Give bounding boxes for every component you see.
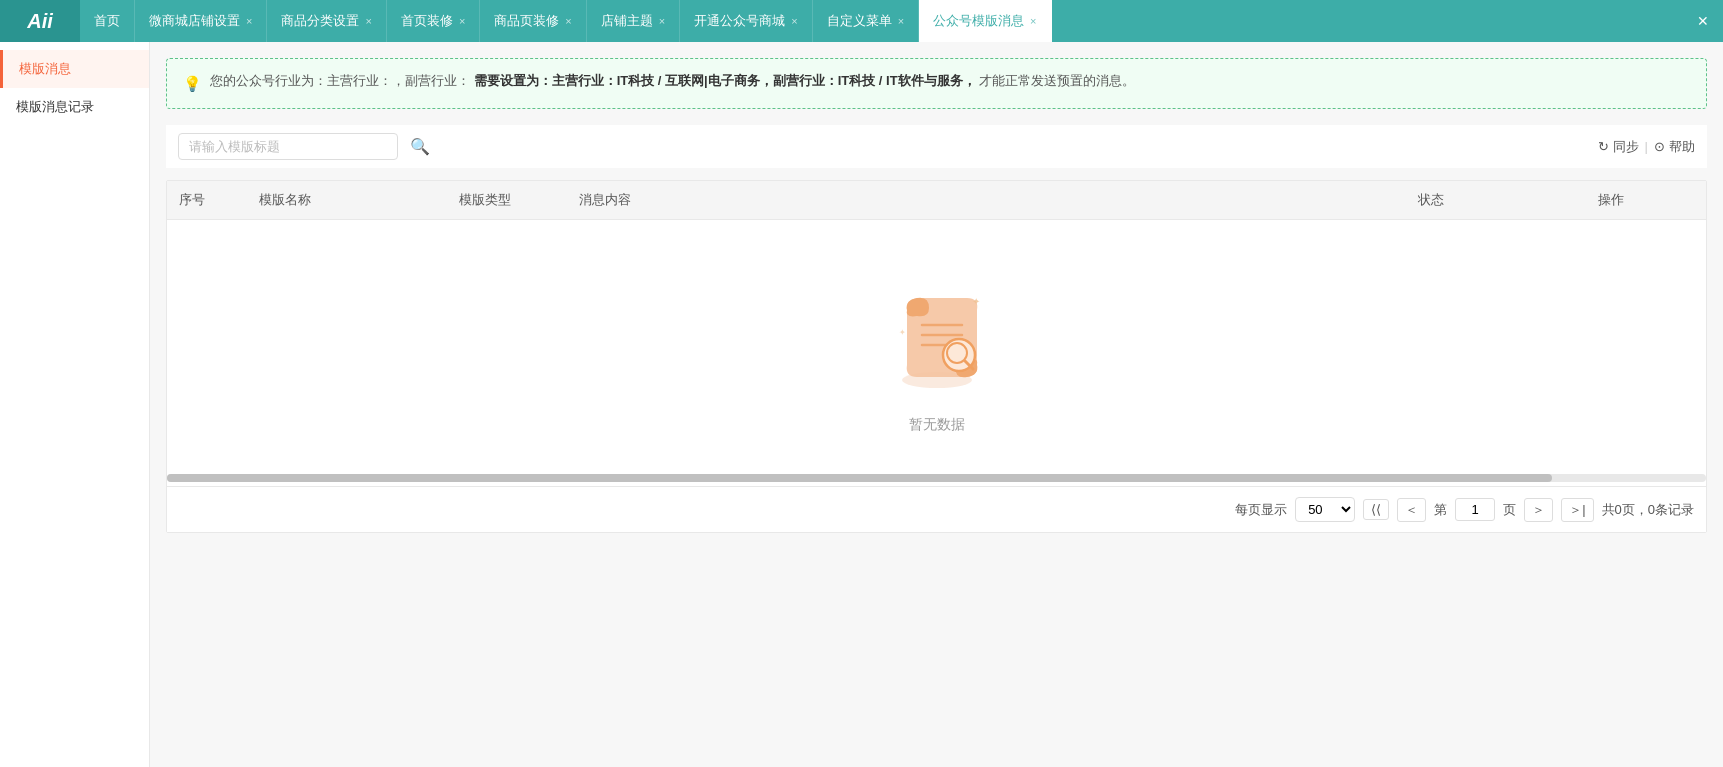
tab-custommenu[interactable]: 自定义菜单 × [813, 0, 919, 42]
col-index: 序号 [167, 181, 247, 219]
page-size-label: 每页显示 [1235, 501, 1287, 519]
close-theme-icon[interactable]: × [659, 15, 665, 27]
tab-weshop[interactable]: 微商城店铺设置 × [135, 0, 267, 42]
search-left: 🔍 [178, 133, 434, 160]
sync-icon: ↻ [1598, 139, 1609, 154]
col-action: 操作 [1586, 181, 1706, 219]
tab-openstore[interactable]: 开通公众号商城 × [680, 0, 812, 42]
close-custommenu-icon[interactable]: × [898, 15, 904, 27]
col-type: 模版类型 [447, 181, 567, 219]
col-name: 模版名称 [247, 181, 447, 219]
global-close-button[interactable]: ✕ [1683, 0, 1723, 42]
empty-state: ✦ ✦ 暂无数据 [167, 220, 1706, 474]
prev-page-button[interactable]: ＜ [1397, 498, 1426, 522]
sync-button[interactable]: ↻ 同步 [1598, 138, 1639, 156]
close-templatemsg-icon[interactable]: × [1030, 15, 1036, 27]
first-page-button[interactable]: ⟨⟨ [1363, 499, 1389, 520]
search-bar: 🔍 ↻ 同步 | ⊙ 帮助 [166, 125, 1707, 168]
page-size-select[interactable]: 50 20 100 [1295, 497, 1355, 522]
tab-templatemsg[interactable]: 公众号模版消息 × [919, 0, 1051, 42]
sidebar-item-template-msg-record[interactable]: 模版消息记录 [0, 88, 149, 126]
divider: | [1645, 139, 1648, 154]
page-number-input[interactable] [1455, 498, 1495, 521]
last-page-button[interactable]: ＞| [1561, 498, 1593, 522]
content-area: 💡 您的公众号行业为：主营行业：，副营行业： 需要设置为：主营行业：IT科技 /… [150, 42, 1723, 767]
tab-homepage[interactable]: 首页装修 × [387, 0, 480, 42]
col-content: 消息内容 [567, 181, 1406, 219]
empty-illustration: ✦ ✦ [877, 280, 997, 400]
notice-banner: 💡 您的公众号行业为：主营行业：，副营行业： 需要设置为：主营行业：IT科技 /… [166, 58, 1707, 109]
page-total: 共0页，0条记录 [1602, 501, 1694, 519]
help-icon: ⊙ [1654, 139, 1665, 154]
page-label: 第 [1434, 501, 1447, 519]
notice-icon: 💡 [183, 72, 202, 96]
top-nav: Aii 首页 微商城店铺设置 × 商品分类设置 × 首页装修 × 商品页装修 ×… [0, 0, 1723, 42]
search-right: ↻ 同步 | ⊙ 帮助 [1598, 138, 1695, 156]
notice-text: 您的公众号行业为：主营行业：，副营行业： 需要设置为：主营行业：IT科技 / 互… [210, 71, 1135, 92]
nav-tabs: 首页 微商城店铺设置 × 商品分类设置 × 首页装修 × 商品页装修 × 店铺主… [80, 0, 1683, 42]
horizontal-scrollbar[interactable] [167, 474, 1706, 482]
search-input[interactable] [178, 133, 398, 160]
svg-text:✦: ✦ [972, 296, 980, 307]
col-status: 状态 [1406, 181, 1586, 219]
close-homepage-icon[interactable]: × [459, 15, 465, 27]
close-openstore-icon[interactable]: × [791, 15, 797, 27]
pagination-bar: 每页显示 50 20 100 ⟨⟨ ＜ 第 页 ＞ ＞| 共0页，0条记录 [167, 486, 1706, 532]
help-button[interactable]: ⊙ 帮助 [1654, 138, 1695, 156]
next-page-button[interactable]: ＞ [1524, 498, 1553, 522]
close-productpage-icon[interactable]: × [565, 15, 571, 27]
data-table: 序号 模版名称 模版类型 消息内容 状态 操作 [166, 180, 1707, 533]
close-category-icon[interactable]: × [365, 15, 371, 27]
svg-text:✦: ✦ [899, 328, 906, 337]
tab-category[interactable]: 商品分类设置 × [267, 0, 386, 42]
scroll-thumb[interactable] [167, 474, 1552, 482]
sidebar-item-template-msg[interactable]: 模版消息 [0, 50, 149, 88]
page-unit: 页 [1503, 501, 1516, 519]
close-weshop-icon[interactable]: × [246, 15, 252, 27]
table-header: 序号 模版名称 模版类型 消息内容 状态 操作 [167, 181, 1706, 220]
empty-text: 暂无数据 [909, 416, 965, 434]
main-layout: 模版消息 模版消息记录 💡 您的公众号行业为：主营行业：，副营行业： 需要设置为… [0, 42, 1723, 767]
tab-theme[interactable]: 店铺主题 × [587, 0, 680, 42]
app-logo: Aii [0, 0, 80, 42]
search-button[interactable]: 🔍 [406, 135, 434, 158]
sidebar: 模版消息 模版消息记录 [0, 42, 150, 767]
tab-productpage[interactable]: 商品页装修 × [480, 0, 586, 42]
tab-home[interactable]: 首页 [80, 0, 135, 42]
